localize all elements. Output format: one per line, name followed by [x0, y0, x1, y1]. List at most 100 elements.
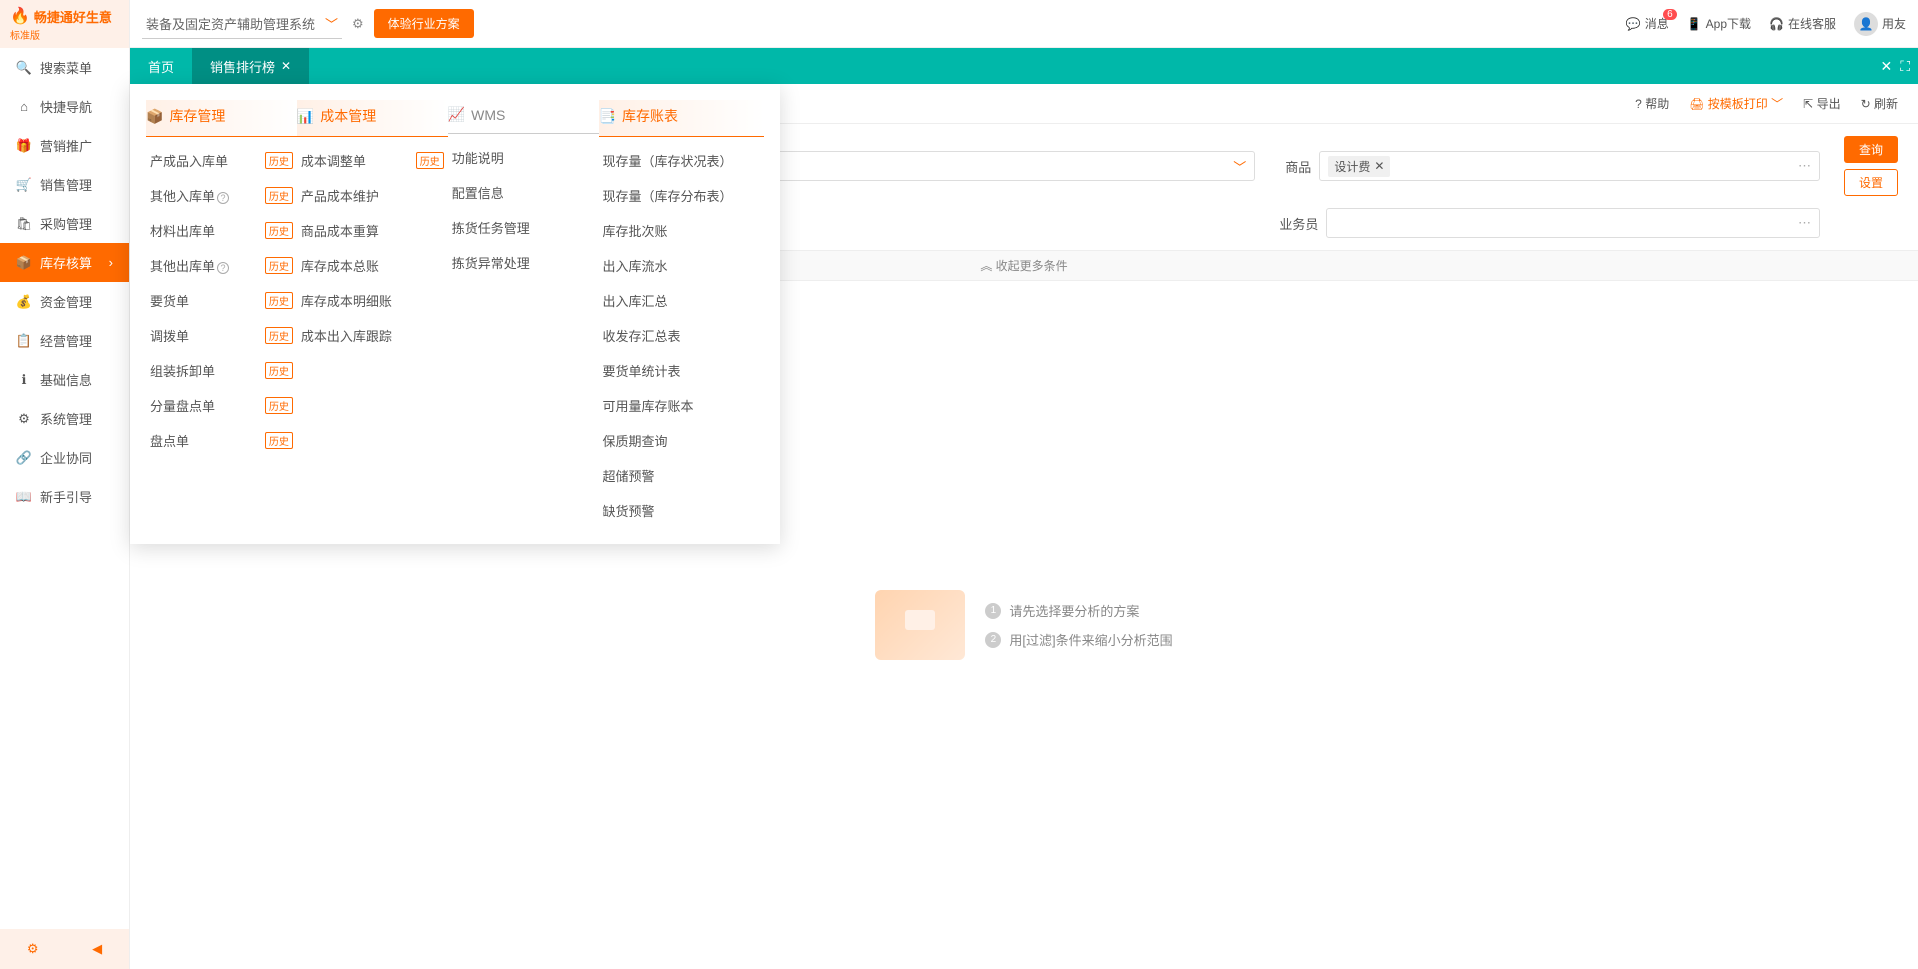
tab-home[interactable]: 首页	[130, 48, 192, 84]
history-badge[interactable]: 历史	[265, 187, 293, 204]
flyout-title: 库存管理	[169, 106, 225, 126]
print-icon: 🖨	[1689, 97, 1704, 111]
sidebar-item-inventory[interactable]: 📦库存核算›	[0, 243, 129, 282]
sidebar-item-search[interactable]: 🔍 搜索菜单	[0, 48, 129, 87]
sidebar-item-collab[interactable]: 🔗企业协同	[0, 438, 129, 477]
sidebar-item-operation[interactable]: 📋经营管理	[0, 321, 129, 360]
flyout-item[interactable]: 成本调整单历史	[297, 143, 448, 178]
message-link[interactable]: 💬 消息 6	[1626, 15, 1669, 32]
sidebar-item-guide[interactable]: 📖新手引导	[0, 477, 129, 516]
flyout-item[interactable]: 超储预警	[599, 458, 764, 493]
history-badge[interactable]: 历史	[265, 397, 293, 414]
chevron-down-icon: ﹀	[325, 14, 338, 33]
user-menu[interactable]: 👤 用友	[1854, 12, 1906, 36]
sidebar-item-system[interactable]: ⚙系统管理	[0, 399, 129, 438]
clipboard-icon: 📋	[16, 333, 32, 349]
flyout-item-label: 分量盘点单	[150, 396, 215, 415]
flyout-item[interactable]: 成本出入库跟踪	[297, 318, 448, 353]
history-badge[interactable]: 历史	[416, 152, 444, 169]
tab-sales-rank[interactable]: 销售排行榜 ✕	[192, 48, 309, 84]
flyout-item[interactable]: 盘点单历史	[146, 423, 297, 458]
system-select[interactable]: 装备及固定资产辅助管理系统 ﹀	[142, 9, 342, 39]
history-badge[interactable]: 历史	[265, 362, 293, 379]
biz-input[interactable]: ⋯	[1326, 208, 1820, 238]
flyout-item[interactable]: 现存量（库存分布表）	[599, 178, 764, 213]
flyout-item[interactable]: 其他入库单?历史	[146, 178, 297, 213]
flyout-item[interactable]: 其他出库单? 历史	[146, 248, 297, 283]
flyout-item[interactable]: 分量盘点单 历史	[146, 388, 297, 423]
nav-label: 搜索菜单	[40, 58, 92, 77]
history-badge[interactable]: 历史	[265, 327, 293, 344]
fullscreen-icon[interactable]: ⛶	[1900, 58, 1910, 75]
help-icon: ?	[1635, 97, 1642, 111]
gear-icon[interactable]: ⚙	[352, 16, 364, 32]
flyout-item[interactable]: 产成品入库单历史	[146, 143, 297, 178]
flyout-item[interactable]: 组装拆卸单历史	[146, 353, 297, 388]
sidebar-item-marketing[interactable]: 🎁营销推广	[0, 126, 129, 165]
flyout-item[interactable]: 功能说明	[448, 140, 599, 175]
flyout-item[interactable]: 收发存汇总表	[599, 318, 764, 353]
flyout-item[interactable]: 保质期查询	[599, 423, 764, 458]
export-link[interactable]: ⇱ 导出	[1803, 95, 1840, 112]
hint-step-1: 1请先选择要分析的方案	[985, 601, 1172, 620]
inventory-icon: 📦	[146, 108, 163, 125]
cart-icon: 🛒	[16, 177, 32, 193]
flyout-item[interactable]: 商品成本重算	[297, 213, 448, 248]
flyout-item[interactable]: 配置信息	[448, 175, 599, 210]
refresh-link[interactable]: ↻ 刷新	[1861, 95, 1898, 112]
export-label: 导出	[1817, 97, 1841, 111]
info-icon: ?	[217, 192, 229, 204]
flyout-item[interactable]: 出入库流水	[599, 248, 764, 283]
flyout-item[interactable]: 库存成本明细账	[297, 283, 448, 318]
history-badge[interactable]: 历史	[265, 152, 293, 169]
more-icon[interactable]: ⋯	[1798, 158, 1811, 174]
flyout-col-wms: 📈WMS 功能说明配置信息拣货任务管理拣货异常处理	[448, 100, 599, 528]
collapse-icon[interactable]: ◀	[92, 941, 102, 957]
search-icon: 🔍	[16, 60, 32, 76]
sidebar-item-quicknav[interactable]: ⌂快捷导航	[0, 87, 129, 126]
chevron-down-icon: ﹀	[1771, 97, 1783, 111]
settings-icon[interactable]: ⚙	[27, 941, 39, 957]
flyout-item-label: 库存成本总账	[301, 256, 379, 275]
sidebar-item-sales[interactable]: 🛒销售管理	[0, 165, 129, 204]
print-link[interactable]: 🖨 按模板打印 ﹀	[1689, 95, 1783, 112]
flyout-item[interactable]: 出入库汇总	[599, 283, 764, 318]
flyout-item[interactable]: 拣货异常处理	[448, 245, 599, 280]
close-icon[interactable]: ✕	[281, 59, 291, 73]
flyout-item[interactable]: 要货单统计表	[599, 353, 764, 388]
nav-label: 系统管理	[40, 409, 92, 428]
product-input[interactable]: 设计费✕ ⋯	[1319, 151, 1820, 181]
sidebar: 🔥 畅捷通好生意 标准版 🔍搜索菜单 ⌂快捷导航 🎁营销推广 🛒销售管理 🛍采购…	[0, 0, 130, 969]
flyout-item[interactable]: 现存量（库存状况表）	[599, 143, 764, 178]
close-all-icon[interactable]: ✕	[1880, 58, 1892, 75]
sidebar-item-purchase[interactable]: 🛍采购管理	[0, 204, 129, 243]
app-download-link[interactable]: 📱 App下载	[1687, 15, 1751, 32]
flyout-item-label: 拣货异常处理	[452, 253, 530, 272]
empty-illustration	[875, 590, 965, 660]
settings-button[interactable]: 设置	[1844, 169, 1898, 196]
help-link[interactable]: ? 帮助	[1635, 95, 1669, 112]
sidebar-item-basic[interactable]: ℹ基础信息	[0, 360, 129, 399]
query-button[interactable]: 查询	[1844, 136, 1898, 163]
flyout-item[interactable]: 要货单历史	[146, 283, 297, 318]
flyout-item-label: 其他出库单?	[150, 256, 229, 275]
flyout-item[interactable]: 库存批次账	[599, 213, 764, 248]
flyout-item[interactable]: 拣货任务管理	[448, 210, 599, 245]
flyout-item[interactable]: 可用量库存账本	[599, 388, 764, 423]
logo-text: 畅捷通好生意	[34, 7, 112, 26]
history-badge[interactable]: 历史	[265, 432, 293, 449]
history-badge[interactable]: 历史	[265, 292, 293, 309]
experience-button[interactable]: 体验行业方案	[374, 9, 474, 38]
flyout-item[interactable]: 调拨单历史	[146, 318, 297, 353]
flyout-item[interactable]: 产品成本维护	[297, 178, 448, 213]
history-badge[interactable]: 历史	[265, 222, 293, 239]
more-icon[interactable]: ⋯	[1798, 215, 1811, 231]
flyout-item[interactable]: 材料出库单历史	[146, 213, 297, 248]
filter-select-1[interactable]: ﹀	[715, 151, 1256, 181]
history-badge[interactable]: 历史	[265, 257, 293, 274]
tag-close-icon[interactable]: ✕	[1374, 159, 1384, 173]
online-service-link[interactable]: 🎧 在线客服	[1769, 15, 1836, 32]
flyout-item[interactable]: 缺货预警	[599, 493, 764, 528]
sidebar-item-finance[interactable]: 💰资金管理	[0, 282, 129, 321]
flyout-item[interactable]: 库存成本总账	[297, 248, 448, 283]
